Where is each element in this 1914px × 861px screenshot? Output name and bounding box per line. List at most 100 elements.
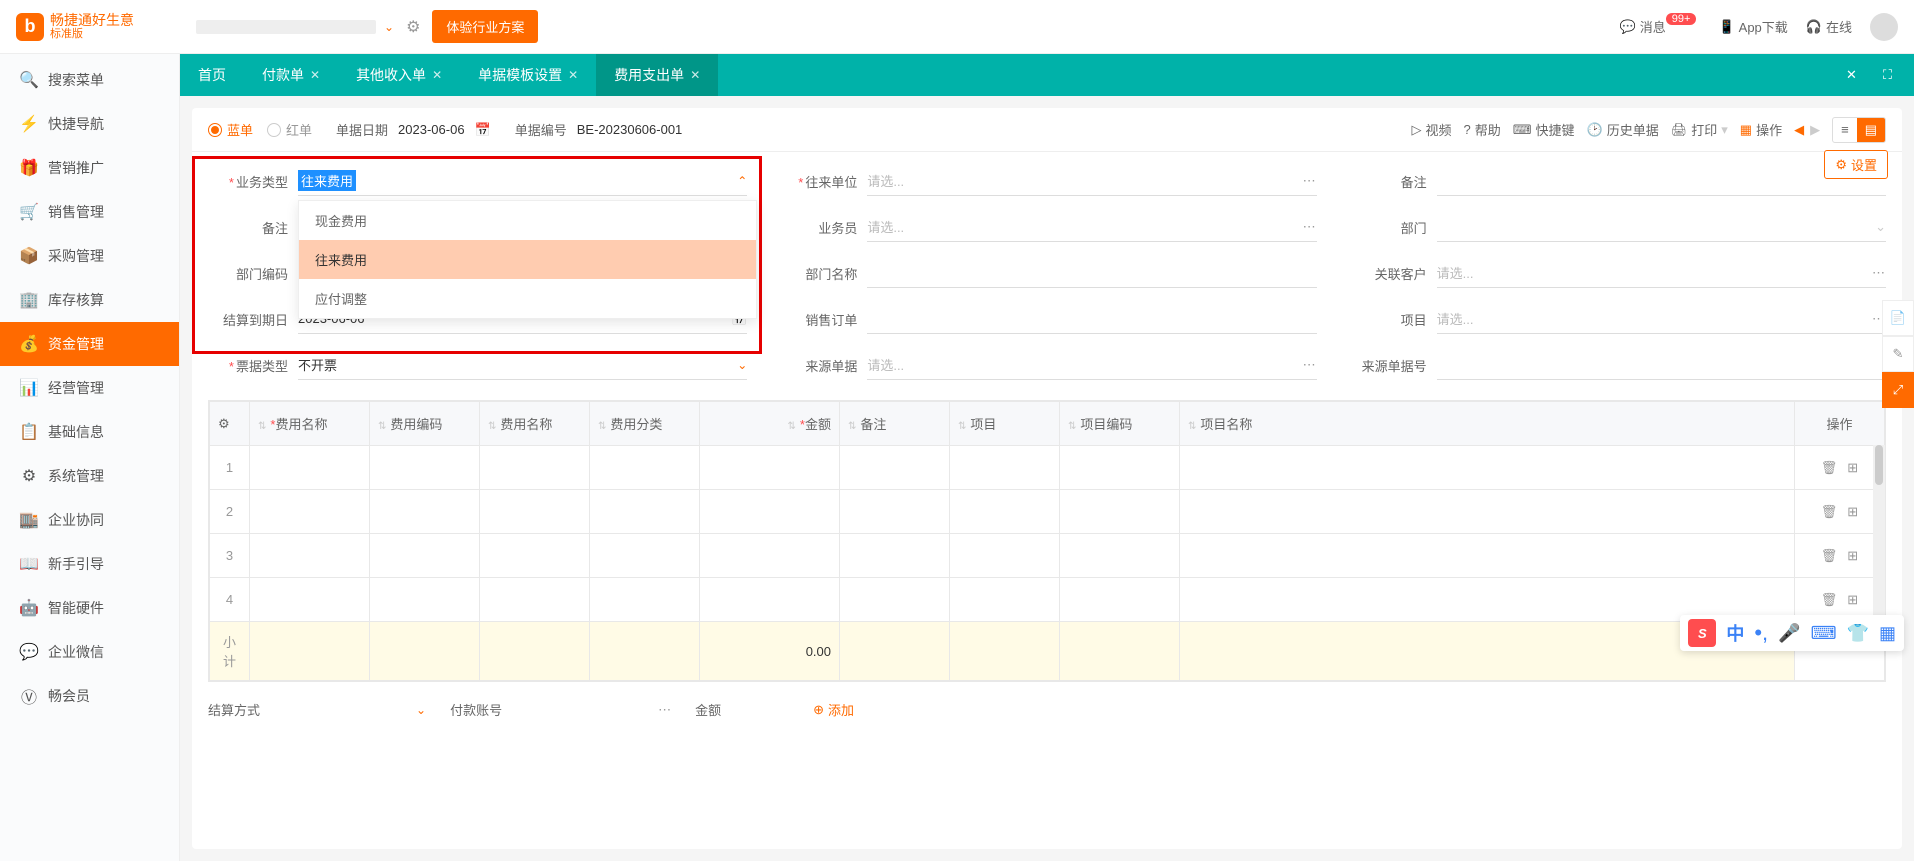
table-settings-icon[interactable]: ⚙ (210, 402, 250, 446)
sidebar-item-3[interactable]: 🛒销售管理 (0, 190, 179, 234)
more-icon[interactable]: ⋯ (1303, 357, 1317, 373)
dropdown-option-0[interactable]: 现金费用 (299, 201, 756, 240)
more-icon[interactable]: ⋯ (1303, 173, 1317, 189)
contact-unit-select[interactable]: 请选...⋯ (867, 166, 1316, 196)
related-customer-select[interactable]: 请选...⋯ (1437, 258, 1886, 288)
float-note-icon[interactable]: 📄 (1882, 300, 1914, 336)
operate-button[interactable]: ▦操作 (1740, 120, 1782, 139)
payment-account[interactable]: 付款账号 ⋯ (450, 700, 671, 719)
sales-order-input[interactable] (867, 304, 1316, 334)
dept-select[interactable]: ⌄ (1437, 212, 1886, 242)
delete-icon[interactable]: 🗑 (1821, 460, 1838, 476)
sidebar-item-5[interactable]: 🏢库存核算 (0, 278, 179, 322)
delete-icon[interactable]: 🗑 (1821, 592, 1838, 608)
table-row[interactable]: 2🗑⊞ (210, 490, 1885, 534)
col-remark[interactable]: ⇅备注 (840, 402, 950, 446)
tab-4[interactable]: 费用支出单✕ (596, 54, 718, 96)
ime-keyboard-icon[interactable]: ⌨ (1811, 623, 1837, 644)
trial-plan-button[interactable]: 体验行业方案 (432, 10, 538, 43)
settlement-method[interactable]: 结算方式 ⌄ (208, 700, 426, 719)
history-button[interactable]: 🕑历史单据 (1587, 120, 1659, 139)
dropdown-option-1[interactable]: 往来费用 (299, 240, 756, 279)
radio-blue[interactable]: 蓝单 (208, 120, 253, 139)
doc-date-value[interactable]: 2023-06-06 (398, 122, 465, 137)
add-row-icon[interactable]: ⊞ (1847, 548, 1858, 564)
table-row[interactable]: 3🗑⊞ (210, 534, 1885, 578)
delete-icon[interactable]: 🗑 (1821, 548, 1838, 564)
salesman-select[interactable]: 请选...⋯ (867, 212, 1316, 242)
next-icon[interactable]: ▶ (1810, 122, 1820, 138)
radio-red[interactable]: 红单 (267, 120, 312, 139)
mic-icon[interactable]: 🎤 (1778, 623, 1800, 644)
calendar-icon[interactable]: 📅 (475, 122, 491, 138)
sidebar-item-14[interactable]: Ⓥ畅会员 (0, 674, 179, 718)
add-row-icon[interactable]: ⊞ (1847, 592, 1858, 608)
ime-bar[interactable]: S 中 •, 🎤 ⌨ 👕 ▦ (1680, 615, 1904, 651)
close-icon[interactable]: ✕ (310, 68, 320, 82)
chevron-down-icon[interactable]: ⌄ (384, 20, 394, 34)
sidebar-item-2[interactable]: 🎁营销推广 (0, 146, 179, 190)
sidebar-item-4[interactable]: 📦采购管理 (0, 234, 179, 278)
prev-icon[interactable]: ◀ (1794, 122, 1804, 138)
col-project[interactable]: ⇅项目 (950, 402, 1060, 446)
sidebar-item-0[interactable]: 🔍搜索菜单 (0, 58, 179, 102)
project-select[interactable]: 请选...⋯ (1437, 304, 1886, 334)
detail-view-icon[interactable]: ▤ (1857, 118, 1885, 142)
video-button[interactable]: ▷视频 (1411, 120, 1451, 139)
ime-punct-icon[interactable]: •, (1754, 620, 1768, 646)
business-type-select[interactable]: 往来费用 ⌃ (298, 166, 747, 196)
view-toggle[interactable]: ≡ ▤ (1832, 117, 1886, 143)
float-expand-icon[interactable]: ⤢ (1882, 372, 1914, 408)
close-icon[interactable]: ✕ (432, 68, 442, 82)
sidebar-item-10[interactable]: 🏬企业协同 (0, 498, 179, 542)
help-button[interactable]: ?帮助 (1464, 120, 1501, 139)
app-download-button[interactable]: 📱 App下载 (1718, 17, 1787, 36)
col-project-name[interactable]: ⇅项目名称 (1180, 402, 1795, 446)
dropdown-option-2[interactable]: 应付调整 (299, 279, 756, 318)
col-expense-name[interactable]: ⇅*费用名称 (250, 402, 370, 446)
tab-0[interactable]: 首页 (180, 54, 244, 96)
table-row[interactable]: 4🗑⊞ (210, 578, 1885, 622)
sidebar-item-7[interactable]: 📊经营管理 (0, 366, 179, 410)
float-pen-icon[interactable]: ✎ (1882, 336, 1914, 372)
add-row-icon[interactable]: ⊞ (1847, 504, 1858, 520)
close-tab-icon[interactable]: ✕ (1838, 63, 1865, 87)
company-selector[interactable]: ⌄ (196, 20, 394, 34)
tab-1[interactable]: 付款单✕ (244, 54, 338, 96)
sidebar-item-11[interactable]: 📖新手引导 (0, 542, 179, 586)
close-icon[interactable]: ✕ (690, 68, 700, 82)
sidebar-item-1[interactable]: ⚡快捷导航 (0, 102, 179, 146)
col-project-code[interactable]: ⇅项目编码 (1060, 402, 1180, 446)
avatar[interactable] (1870, 13, 1898, 41)
delete-icon[interactable]: 🗑 (1821, 504, 1838, 520)
col-expense-name2[interactable]: ⇅费用名称 (480, 402, 590, 446)
toolbox-icon[interactable]: ▦ (1879, 623, 1896, 644)
table-scrollbar[interactable] (1873, 445, 1885, 637)
sidebar-item-12[interactable]: 🤖智能硬件 (0, 586, 179, 630)
source-doc-no-input[interactable] (1437, 350, 1886, 380)
skin-icon[interactable]: 👕 (1847, 623, 1869, 644)
messages-button[interactable]: 💬 消息 99+ (1620, 17, 1701, 36)
shortcut-button[interactable]: ⌨快捷键 (1513, 120, 1575, 139)
more-icon[interactable]: ⋯ (1872, 265, 1886, 281)
fullscreen-icon[interactable]: ⛶ (1875, 63, 1900, 87)
gear-icon[interactable]: ⚙ (406, 17, 420, 37)
tab-2[interactable]: 其他收入单✕ (338, 54, 460, 96)
col-expense-category[interactable]: ⇅费用分类 (590, 402, 700, 446)
table-row[interactable]: 1🗑⊞ (210, 446, 1885, 490)
list-view-icon[interactable]: ≡ (1833, 118, 1857, 142)
remark-input[interactable] (1437, 166, 1886, 196)
online-service-button[interactable]: 🎧 在线 (1806, 17, 1852, 36)
sidebar-item-6[interactable]: 💰资金管理 (0, 322, 179, 366)
col-amount[interactable]: ⇅*金额 (700, 402, 840, 446)
close-icon[interactable]: ✕ (568, 68, 578, 82)
settlement-amount[interactable]: 金额 (695, 700, 789, 719)
col-expense-code[interactable]: ⇅费用编码 (370, 402, 480, 446)
ime-lang[interactable]: 中 (1726, 620, 1744, 646)
ticket-type-select[interactable]: 不开票⌄ (298, 350, 747, 380)
sidebar-item-9[interactable]: ⚙系统管理 (0, 454, 179, 498)
source-doc-select[interactable]: 请选...⋯ (867, 350, 1316, 380)
add-settlement-button[interactable]: ⊕ 添加 (813, 700, 854, 719)
add-row-icon[interactable]: ⊞ (1847, 460, 1858, 476)
print-button[interactable]: 🖨打印▾ (1671, 120, 1728, 139)
